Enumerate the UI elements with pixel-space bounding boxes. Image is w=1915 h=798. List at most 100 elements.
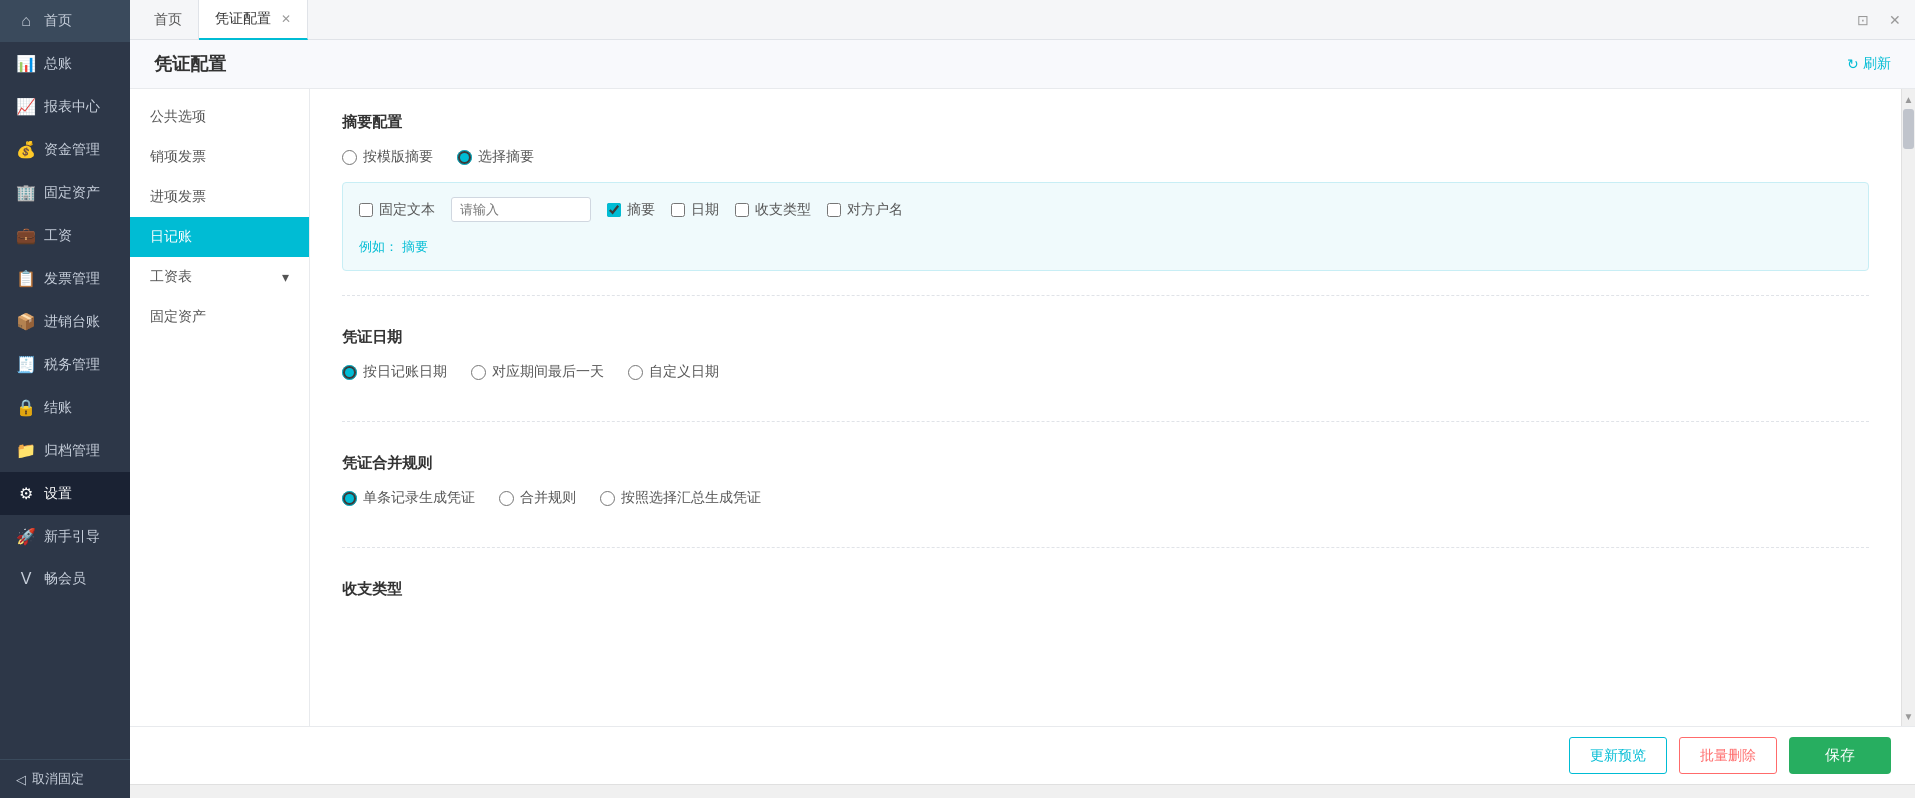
right-content: 摘要配置 按模版摘要 选择摘要 固定文本 [310,89,1901,726]
fixed-text-checkbox[interactable] [359,203,373,217]
summary-options-box: 固定文本 摘要 日期 收支类型 [342,182,1869,271]
date-radio-group: 按日记账日期 对应期间最后一天 自定义日期 [342,363,1869,381]
sidebar-item-label-ledger: 总账 [44,55,72,73]
page-header: 凭证配置 ↻ 刷新 [130,40,1915,89]
sidebar-item-label-settings: 设置 [44,485,72,503]
guide-icon: 🚀 [16,527,36,546]
summary-select-radio-label[interactable]: 选择摘要 [457,148,534,166]
ledger-icon: 📊 [16,54,36,73]
sidebar-item-guide[interactable]: 🚀 新手引导 [0,515,130,558]
tab-voucher-config[interactable]: 凭证配置 ✕ [199,0,308,40]
sidebar-item-label-assets: 固定资产 [44,184,100,202]
custom-date-radio[interactable] [628,365,643,380]
sidebar-item-vip[interactable]: V 畅会员 [0,558,130,600]
sidebar-item-home[interactable]: ⌂ 首页 [0,0,130,42]
assets-icon: 🏢 [16,183,36,202]
income-type-checkbox-label[interactable]: 收支类型 [735,201,811,219]
scroll-up-button[interactable]: ▲ [1902,89,1915,109]
tab-voucher-label: 凭证配置 [215,10,271,28]
left-nav-label-journal: 日记账 [150,228,192,246]
left-nav-item-sales-invoice[interactable]: 销项发票 [130,137,309,177]
left-nav-label-sales-invoice: 销项发票 [150,148,206,166]
fixed-text-input[interactable] [451,197,591,222]
sidebar-item-tax[interactable]: 🧾 税务管理 [0,343,130,386]
left-nav-item-public[interactable]: 公共选项 [130,97,309,137]
window-close-button[interactable]: ✕ [1883,8,1907,32]
select-merge-radio[interactable] [600,491,615,506]
sidebar-item-archive[interactable]: 📁 归档管理 [0,429,130,472]
summary-checkbox[interactable] [607,203,621,217]
scroll-track [1902,109,1915,706]
pin-icon: ◁ [16,772,26,787]
tab-home[interactable]: 首页 [138,0,199,40]
sidebar-item-reports[interactable]: 📈 报表中心 [0,85,130,128]
save-button[interactable]: 保存 [1789,737,1891,774]
summary-select-radio[interactable] [457,150,472,165]
scroll-down-button[interactable]: ▼ [1902,706,1915,726]
sidebar-item-label-home: 首页 [44,12,72,30]
example-text: 例如： 摘要 [359,239,428,254]
sidebar-unpin-button[interactable]: ◁ 取消固定 [0,759,130,798]
single-record-radio[interactable] [342,491,357,506]
tab-close-icon[interactable]: ✕ [281,12,291,26]
sidebar-item-label-close: 结账 [44,399,72,417]
select-merge-radio-label[interactable]: 按照选择汇总生成凭证 [600,489,761,507]
sidebar-item-ledger[interactable]: 📊 总账 [0,42,130,85]
date-checkbox-label[interactable]: 日期 [671,201,719,219]
sidebar-item-sales[interactable]: 📦 进销台账 [0,300,130,343]
summary-section-title: 摘要配置 [342,113,1869,132]
journal-date-radio-label[interactable]: 按日记账日期 [342,363,447,381]
content-area: 公共选项 销项发票 进项发票 日记账 工资表 ▾ 固定资产 摘要配置 [130,89,1915,726]
single-record-radio-label[interactable]: 单条记录生成凭证 [342,489,475,507]
scroll-thumb[interactable] [1903,109,1914,149]
batch-delete-button[interactable]: 批量删除 [1679,737,1777,774]
bottom-action-bar: 更新预览 批量删除 保存 [130,726,1915,784]
merge-rule-radio-label[interactable]: 合并规则 [499,489,576,507]
date-checkbox[interactable] [671,203,685,217]
refresh-icon: ↻ [1847,56,1859,72]
left-nav-item-journal[interactable]: 日记账 [130,217,309,257]
tab-bar: 首页 凭证配置 ✕ ⊡ ✕ [130,0,1915,40]
funds-icon: 💰 [16,140,36,159]
summary-template-radio-label[interactable]: 按模版摘要 [342,148,433,166]
sidebar-item-close[interactable]: 🔒 结账 [0,386,130,429]
main-area: 首页 凭证配置 ✕ ⊡ ✕ 凭证配置 ↻ 刷新 公共选项 销项发票 进项发票 [130,0,1915,798]
left-nav-item-payroll-table[interactable]: 工资表 ▾ [130,257,309,297]
sidebar-item-label-guide: 新手引导 [44,528,100,546]
sidebar-item-label-invoice: 发票管理 [44,270,100,288]
sidebar-item-payroll[interactable]: 💼 工资 [0,214,130,257]
sidebar: ⌂ 首页 📊 总账 📈 报表中心 💰 资金管理 🏢 固定资产 💼 工资 📋 发票… [0,0,130,798]
refresh-button[interactable]: ↻ 刷新 [1847,55,1891,73]
merge-rule-radio[interactable] [499,491,514,506]
merge-section-title: 凭证合并规则 [342,454,1869,473]
summary-checkbox-label[interactable]: 摘要 [607,201,655,219]
left-nav-item-purchase-invoice[interactable]: 进项发票 [130,177,309,217]
fixed-text-checkbox-label[interactable]: 固定文本 [359,201,435,219]
settings-icon: ⚙ [16,484,36,503]
sidebar-item-label-payroll: 工资 [44,227,72,245]
left-nav-label-fixed-assets: 固定资产 [150,308,206,326]
vertical-scrollbar[interactable]: ▲ ▼ [1901,89,1915,726]
window-restore-button[interactable]: ⊡ [1851,8,1875,32]
expand-arrow-icon: ▾ [282,269,289,285]
reports-icon: 📈 [16,97,36,116]
horizontal-scrollbar[interactable] [130,784,1915,798]
sidebar-item-funds[interactable]: 💰 资金管理 [0,128,130,171]
last-day-radio-label[interactable]: 对应期间最后一天 [471,363,604,381]
sidebar-item-assets[interactable]: 🏢 固定资产 [0,171,130,214]
last-day-radio[interactable] [471,365,486,380]
custom-date-radio-label[interactable]: 自定义日期 [628,363,719,381]
journal-date-radio[interactable] [342,365,357,380]
counterpart-checkbox-label[interactable]: 对方户名 [827,201,903,219]
income-type-checkbox[interactable] [735,203,749,217]
sidebar-item-invoice[interactable]: 📋 发票管理 [0,257,130,300]
update-preview-button[interactable]: 更新预览 [1569,737,1667,774]
summary-template-radio[interactable] [342,150,357,165]
income-type-section: 收支类型 [342,580,1869,639]
sidebar-item-label-sales: 进销台账 [44,313,100,331]
sidebar-item-settings[interactable]: ⚙ 设置 [0,472,130,515]
left-nav-item-fixed-assets[interactable]: 固定资产 [130,297,309,337]
counterpart-checkbox[interactable] [827,203,841,217]
sales-icon: 📦 [16,312,36,331]
tab-window-actions: ⊡ ✕ [1851,8,1907,32]
